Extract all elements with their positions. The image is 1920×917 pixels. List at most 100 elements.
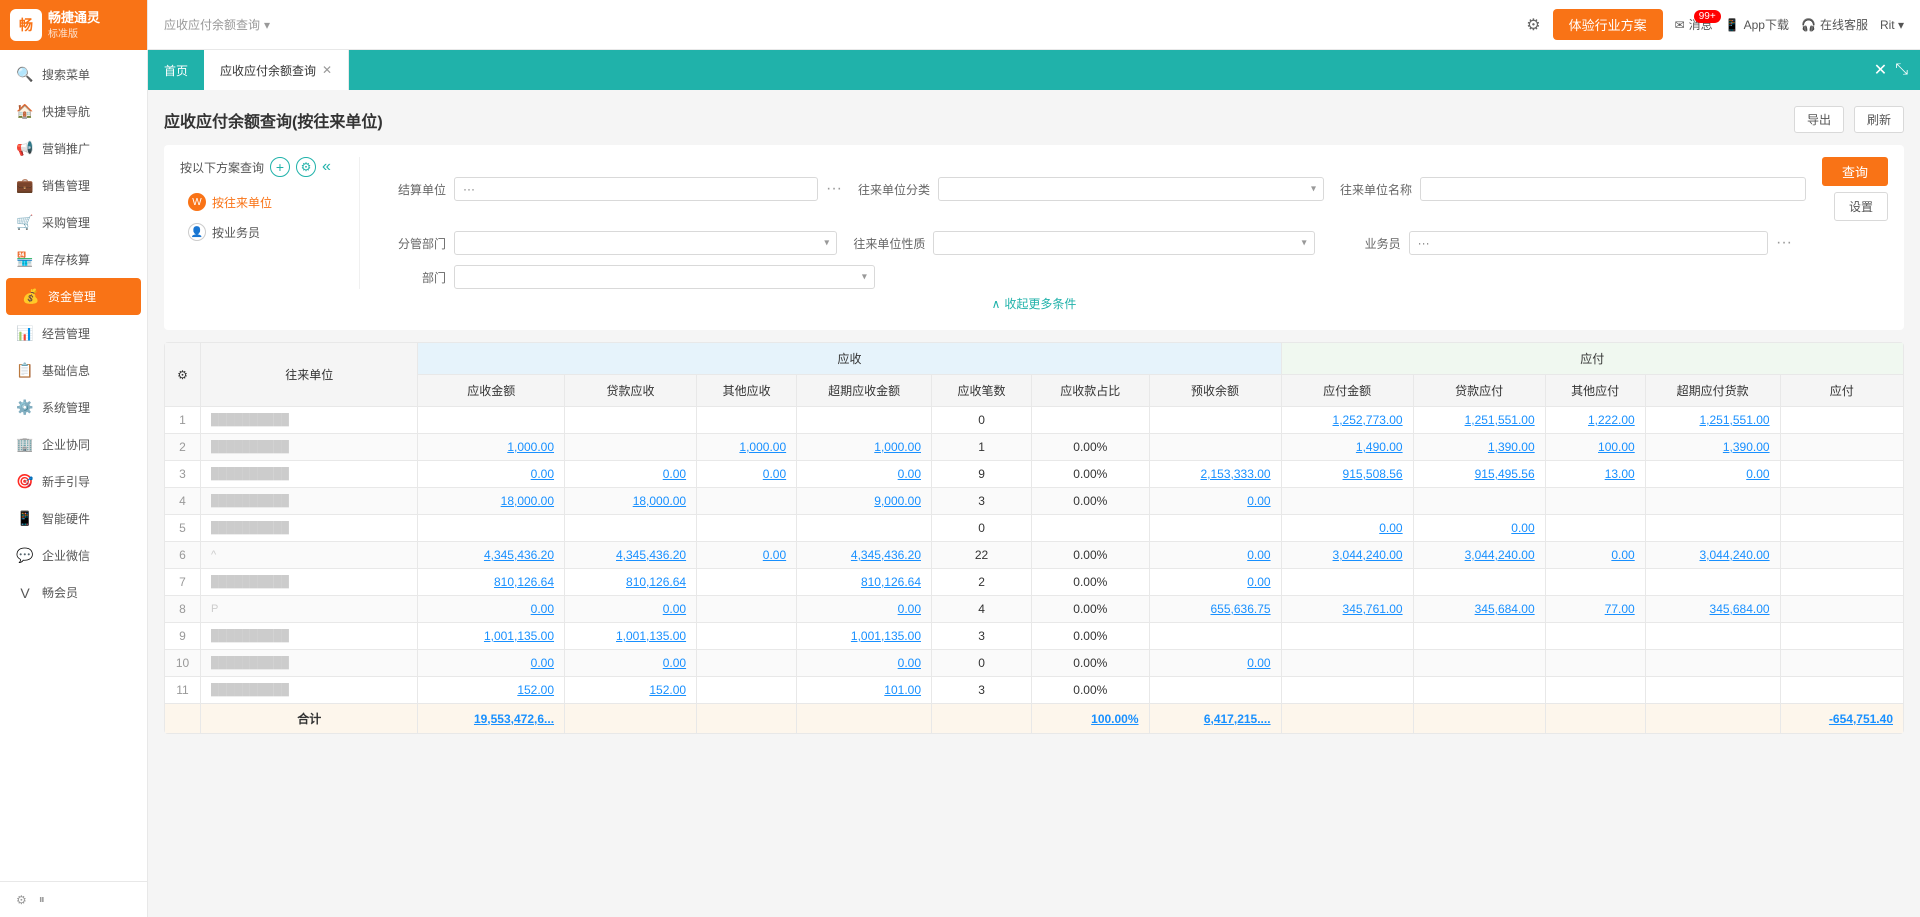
- table-row: 8P0.000.000.0040.00%655,636.75345,761.00…: [165, 596, 1904, 623]
- col-group-ap: 应付: [1281, 343, 1903, 375]
- sidebar-item-vip[interactable]: V 畅会员: [0, 574, 147, 611]
- operations-icon: 📊: [16, 325, 34, 342]
- tab-home[interactable]: 首页: [148, 50, 204, 90]
- footer-ap-total[interactable]: -654,751.40: [1780, 704, 1903, 734]
- tab-close-icon[interactable]: ✕: [322, 63, 332, 77]
- sidebar-item-finance[interactable]: 💰 资金管理: [6, 278, 141, 315]
- partner-cell: ██████████: [201, 407, 418, 434]
- partner-cell: ██████████: [201, 677, 418, 704]
- topbar: 应收应付余额查询 ▾ ⚙ 体验行业方案 ✉ 消息 99+ 📱 App下载 🎧 在…: [148, 0, 1920, 50]
- table-row: 2██████████1,000.001,000.001,000.0010.00…: [165, 434, 1904, 461]
- settings-footer-icon[interactable]: ⚙: [16, 893, 27, 907]
- collapse-left-icon[interactable]: «: [322, 158, 331, 176]
- export-button[interactable]: 导出: [1794, 106, 1844, 133]
- table-row: 7██████████810,126.64810,126.64810,126.6…: [165, 569, 1904, 596]
- settlement-dots-icon[interactable]: ···: [826, 180, 842, 198]
- partner-category-select[interactable]: [938, 177, 1324, 201]
- internal-dept-select[interactable]: [454, 265, 875, 289]
- sidebar-item-guide[interactable]: 🎯 新手引导: [0, 463, 147, 500]
- trial-button[interactable]: 体验行业方案: [1553, 9, 1663, 40]
- expand-window-icon[interactable]: ⤡: [1895, 61, 1908, 79]
- sidebar-item-search-menu[interactable]: 🔍 搜索菜单: [0, 56, 147, 93]
- partner-option-icon: W: [188, 193, 206, 211]
- table-row: 5██████████00.000.00: [165, 515, 1904, 542]
- field-label-salesman: 业务员: [1331, 235, 1401, 252]
- tab-ar-ap[interactable]: 应收应付余额查询 ✕: [204, 50, 349, 90]
- sidebar-item-enterprise[interactable]: 🏢 企业协同: [0, 426, 147, 463]
- sidebar-item-operations[interactable]: 📊 经营管理: [0, 315, 147, 352]
- field-label-partner-category: 往来单位分类: [858, 181, 930, 198]
- logo-text: 畅捷通灵 标准版: [48, 10, 100, 41]
- purchase-icon: 🛒: [16, 214, 34, 231]
- footer-ar-ratio: 100.00%: [1032, 704, 1149, 734]
- data-table: ⚙ 往来单位 应收 应付 应收金额 贷款应收 其他应收 超期应收金额 应收笔数 …: [164, 342, 1904, 734]
- app-download-area[interactable]: 📱 App下载: [1725, 16, 1789, 33]
- partner-nature-select[interactable]: [933, 231, 1314, 255]
- footer-ar-total[interactable]: 19,553,472,6...: [418, 704, 565, 734]
- smart-hw-icon: 📱: [16, 510, 34, 527]
- col-ar-other: 其他应收: [697, 375, 797, 407]
- system-icon: ⚙️: [16, 399, 34, 416]
- page-header: 应收应付余额查询(按往来单位) 导出 刷新: [164, 106, 1904, 133]
- sidebar-item-smart-hw[interactable]: 📱 智能硬件: [0, 500, 147, 537]
- query-btn-area: 查询 设置: [1822, 157, 1888, 221]
- col-ar-loan: 贷款应收: [565, 375, 697, 407]
- sidebar-item-system[interactable]: ⚙️ 系统管理: [0, 389, 147, 426]
- settings-button[interactable]: 设置: [1834, 192, 1888, 221]
- sidebar-item-basic-info[interactable]: 📋 基础信息: [0, 352, 147, 389]
- partner-name-input[interactable]: [1420, 177, 1806, 201]
- close-window-icon[interactable]: ✕: [1874, 60, 1887, 80]
- col-ar-ratio: 应收款占比: [1032, 375, 1149, 407]
- logo-icon: 畅: [10, 9, 42, 41]
- user-info[interactable]: Rit ▾: [1880, 18, 1904, 32]
- settlement-unit-input[interactable]: [454, 177, 818, 201]
- query-button[interactable]: 查询: [1822, 157, 1888, 186]
- col-group-ar: 应收: [418, 343, 1281, 375]
- footer-advance[interactable]: 6,417,215....: [1149, 704, 1281, 734]
- footer-label: 合计: [201, 704, 418, 734]
- filter-option-salesman[interactable]: 👤 按业务员: [180, 217, 349, 247]
- salesman-input[interactable]: [1409, 231, 1768, 255]
- tabbar: 首页 应收应付余额查询 ✕ ✕ ⤡: [148, 50, 1920, 90]
- sidebar-item-purchase[interactable]: 🛒 采购管理: [0, 204, 147, 241]
- collapse-more-button[interactable]: ∧ 收起更多条件: [992, 295, 1077, 312]
- gear-icon[interactable]: ⚙: [1526, 15, 1540, 35]
- col-ap-other: 其他应付: [1545, 375, 1645, 407]
- col-ar-count: 应收笔数: [932, 375, 1032, 407]
- col-ap-overdue: 超期应付货款: [1645, 375, 1780, 407]
- chevron-up-icon: ∧: [992, 297, 1001, 311]
- collapse-more-area: ∧ 收起更多条件: [180, 289, 1888, 318]
- online-service-area[interactable]: 🎧 在线客服: [1801, 16, 1868, 33]
- partner-cell: ██████████: [201, 434, 418, 461]
- inventory-icon: 🏪: [16, 251, 34, 268]
- sidebar-item-wechat[interactable]: 💬 企业微信: [0, 537, 147, 574]
- filter-panel: 按以下方案查询 + ⚙ « W 按往来单位 👤 按业务员: [164, 145, 1904, 330]
- partner-cell: ██████████: [201, 515, 418, 542]
- field-label-settlement: 结算单位: [376, 181, 446, 198]
- col-settings-icon[interactable]: ⚙: [165, 343, 201, 407]
- sidebar-item-quick-nav[interactable]: 🏠 快捷导航: [0, 93, 147, 130]
- col-ar-overdue: 超期应收金额: [797, 375, 932, 407]
- notification-area[interactable]: ✉ 消息 99+: [1675, 16, 1713, 33]
- search-menu-icon: 🔍: [16, 66, 34, 83]
- sidebar-item-sales[interactable]: 💼 销售管理: [0, 167, 147, 204]
- app-download-icon: 📱: [1725, 18, 1740, 32]
- table-row: 10██████████0.000.000.0000.00%0.00: [165, 650, 1904, 677]
- collapse-footer-icon[interactable]: ⏸: [39, 892, 45, 907]
- table-row: 11██████████152.00152.00101.0030.00%: [165, 677, 1904, 704]
- scheme-settings-icon[interactable]: ⚙: [296, 157, 316, 177]
- vip-icon: V: [16, 585, 34, 601]
- salesman-dots-icon[interactable]: ···: [1776, 234, 1792, 252]
- sidebar-item-inventory[interactable]: 🏪 库存核算: [0, 241, 147, 278]
- finance-icon: 💰: [22, 288, 40, 305]
- table-row: 3██████████0.000.000.000.0090.00%2,153,3…: [165, 461, 1904, 488]
- page-content: 应收应付余额查询(按往来单位) 导出 刷新 按以下方案查询 + ⚙ «: [148, 90, 1920, 917]
- col-partner-header: 往来单位: [201, 343, 418, 407]
- sidebar-item-marketing[interactable]: 📢 营销推广: [0, 130, 147, 167]
- field-label-dept: 分管部门: [376, 235, 446, 252]
- dept-select[interactable]: [454, 231, 837, 255]
- filter-option-partner[interactable]: W 按往来单位: [180, 187, 349, 217]
- sales-icon: 💼: [16, 177, 34, 194]
- add-scheme-button[interactable]: +: [270, 157, 290, 177]
- refresh-button[interactable]: 刷新: [1854, 106, 1904, 133]
